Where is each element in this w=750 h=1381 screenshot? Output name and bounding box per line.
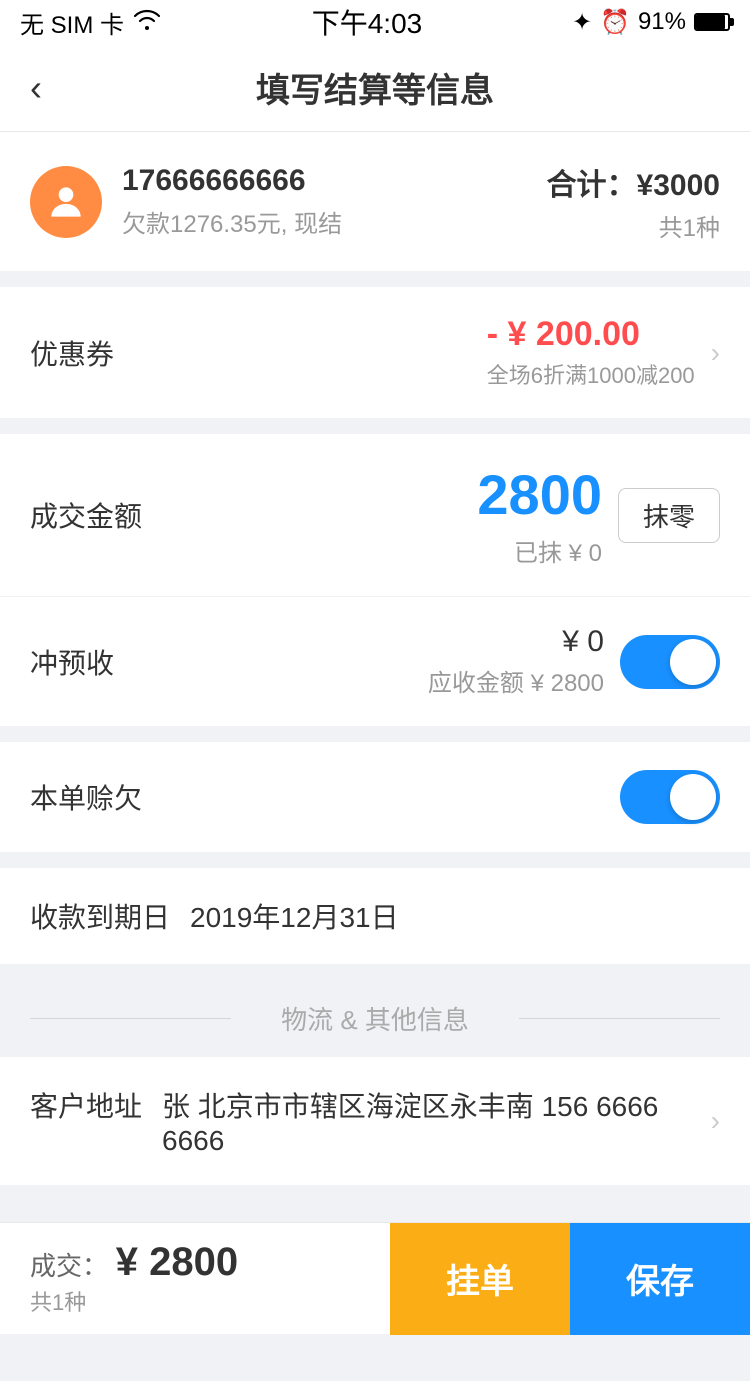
coupon-row[interactable]: 优惠券 - ¥ 200.00 全场6折满1000减200 › bbox=[0, 287, 750, 418]
status-time: 下午4:03 bbox=[312, 2, 423, 42]
deal-amount-right: 2800 已抹 ¥ 0 抹零 bbox=[477, 462, 720, 568]
divider-line-right bbox=[519, 1018, 720, 1019]
debt-toggle-knob bbox=[670, 774, 716, 820]
due-date-value: 2019年12月31日 bbox=[190, 896, 399, 936]
coupon-amount: - ¥ 200.00 bbox=[487, 315, 695, 354]
pre-collect-right-wrap: ¥ 0 应收金额 ¥ 2800 bbox=[428, 625, 720, 698]
bottom-bar: 成交： ¥ 2800 共1种 挂单 保存 bbox=[0, 1222, 750, 1334]
battery-label: 91% bbox=[638, 8, 686, 36]
deal-amount-section: 成交金额 2800 已抹 ¥ 0 抹零 冲预收 ¥ 0 应收金额 ¥ 2800 bbox=[0, 434, 750, 726]
deal-amount-value-wrap: 2800 已抹 ¥ 0 bbox=[477, 462, 602, 568]
address-label: 客户地址 bbox=[30, 1085, 142, 1125]
status-left: 无 SIM 卡 bbox=[20, 5, 162, 40]
coupon-right: - ¥ 200.00 全场6折满1000减200 › bbox=[487, 315, 720, 390]
save-button[interactable]: 保存 bbox=[570, 1223, 750, 1335]
deal-amount-value: 2800 bbox=[477, 462, 602, 527]
coupon-info: - ¥ 200.00 全场6折满1000减200 bbox=[487, 315, 695, 390]
hold-button[interactable]: 挂单 bbox=[390, 1223, 570, 1335]
alarm-icon: ⏰ bbox=[600, 8, 630, 37]
debt-section: 本单赊欠 bbox=[0, 742, 750, 852]
nav-bar: ‹ 填写结算等信息 bbox=[0, 44, 750, 132]
wifi-icon bbox=[132, 8, 162, 37]
pre-collect-receivable: 应收金额 ¥ 2800 bbox=[428, 663, 604, 698]
address-chevron-icon: › bbox=[711, 1105, 720, 1137]
address-row[interactable]: 客户地址 张 北京市市辖区海淀区永丰南 156 6666 6666 › bbox=[0, 1057, 750, 1185]
coupon-label: 优惠券 bbox=[30, 333, 114, 373]
total-count: 共1种 bbox=[547, 208, 720, 243]
address-value: 张 北京市市辖区海淀区永丰南 156 6666 6666 bbox=[162, 1085, 720, 1157]
user-phone: 17666666666 bbox=[122, 164, 342, 198]
debt-toggle[interactable] bbox=[620, 770, 720, 824]
bottom-deal-line: 成交： ¥ 2800 bbox=[30, 1240, 360, 1285]
sim-label: 无 SIM 卡 bbox=[20, 5, 124, 40]
divider-line-left bbox=[30, 1018, 231, 1019]
location-icon: ✦ bbox=[572, 8, 592, 37]
pre-collect-amount: ¥ 0 bbox=[428, 625, 604, 659]
deal-amount-row: 成交金额 2800 已抹 ¥ 0 抹零 bbox=[0, 434, 750, 597]
pre-collect-label: 冲预收 bbox=[30, 642, 114, 682]
wipe-zero-button[interactable]: 抹零 bbox=[618, 488, 720, 543]
coupon-chevron-icon: › bbox=[711, 337, 720, 369]
debt-label: 本单赊欠 bbox=[30, 777, 142, 817]
pre-collect-toggle[interactable] bbox=[620, 635, 720, 689]
due-date-section: 收款到期日 2019年12月31日 bbox=[0, 868, 750, 964]
due-date-row: 收款到期日 2019年12月31日 bbox=[0, 868, 750, 964]
page-title: 填写结算等信息 bbox=[256, 63, 494, 112]
user-info-row: 17666666666 欠款1276.35元, 现结 合计：¥3000 共1种 bbox=[0, 132, 750, 271]
user-sub: 欠款1276.35元, 现结 bbox=[122, 204, 342, 239]
status-right: ✦ ⏰ 91% bbox=[572, 8, 730, 37]
battery-icon bbox=[694, 13, 730, 31]
due-date-label: 收款到期日 bbox=[30, 896, 170, 936]
logistics-divider-text: 物流 & 其他信息 bbox=[281, 1000, 469, 1037]
total-amount: 合计：¥3000 bbox=[547, 160, 720, 204]
back-button[interactable]: ‹ bbox=[30, 67, 42, 109]
bottom-count: 共1种 bbox=[30, 1285, 360, 1317]
bottom-deal-label: 成交： bbox=[30, 1251, 108, 1281]
content: 17666666666 欠款1276.35元, 现结 合计：¥3000 共1种 … bbox=[0, 132, 750, 1381]
address-section[interactable]: 客户地址 张 北京市市辖区海淀区永丰南 156 6666 6666 › bbox=[0, 1057, 750, 1185]
coupon-desc: 全场6折满1000减200 bbox=[487, 358, 695, 390]
user-details: 17666666666 欠款1276.35元, 现结 bbox=[122, 164, 342, 239]
debt-row: 本单赊欠 bbox=[0, 742, 750, 852]
pre-collect-row: 冲预收 ¥ 0 应收金额 ¥ 2800 bbox=[0, 597, 750, 726]
pre-collect-info: ¥ 0 应收金额 ¥ 2800 bbox=[428, 625, 604, 698]
status-bar: 无 SIM 卡 下午4:03 ✦ ⏰ 91% bbox=[0, 0, 750, 44]
already-wiped: 已抹 ¥ 0 bbox=[477, 533, 602, 568]
user-total: 合计：¥3000 共1种 bbox=[547, 160, 720, 243]
toggle-knob bbox=[670, 639, 716, 685]
avatar bbox=[30, 166, 102, 238]
user-left: 17666666666 欠款1276.35元, 现结 bbox=[30, 164, 342, 239]
bottom-amount: ¥ 2800 bbox=[116, 1240, 238, 1284]
deal-amount-label: 成交金额 bbox=[30, 495, 142, 535]
logistics-divider: 物流 & 其他信息 bbox=[0, 980, 750, 1057]
bottom-summary: 成交： ¥ 2800 共1种 bbox=[0, 1240, 390, 1317]
